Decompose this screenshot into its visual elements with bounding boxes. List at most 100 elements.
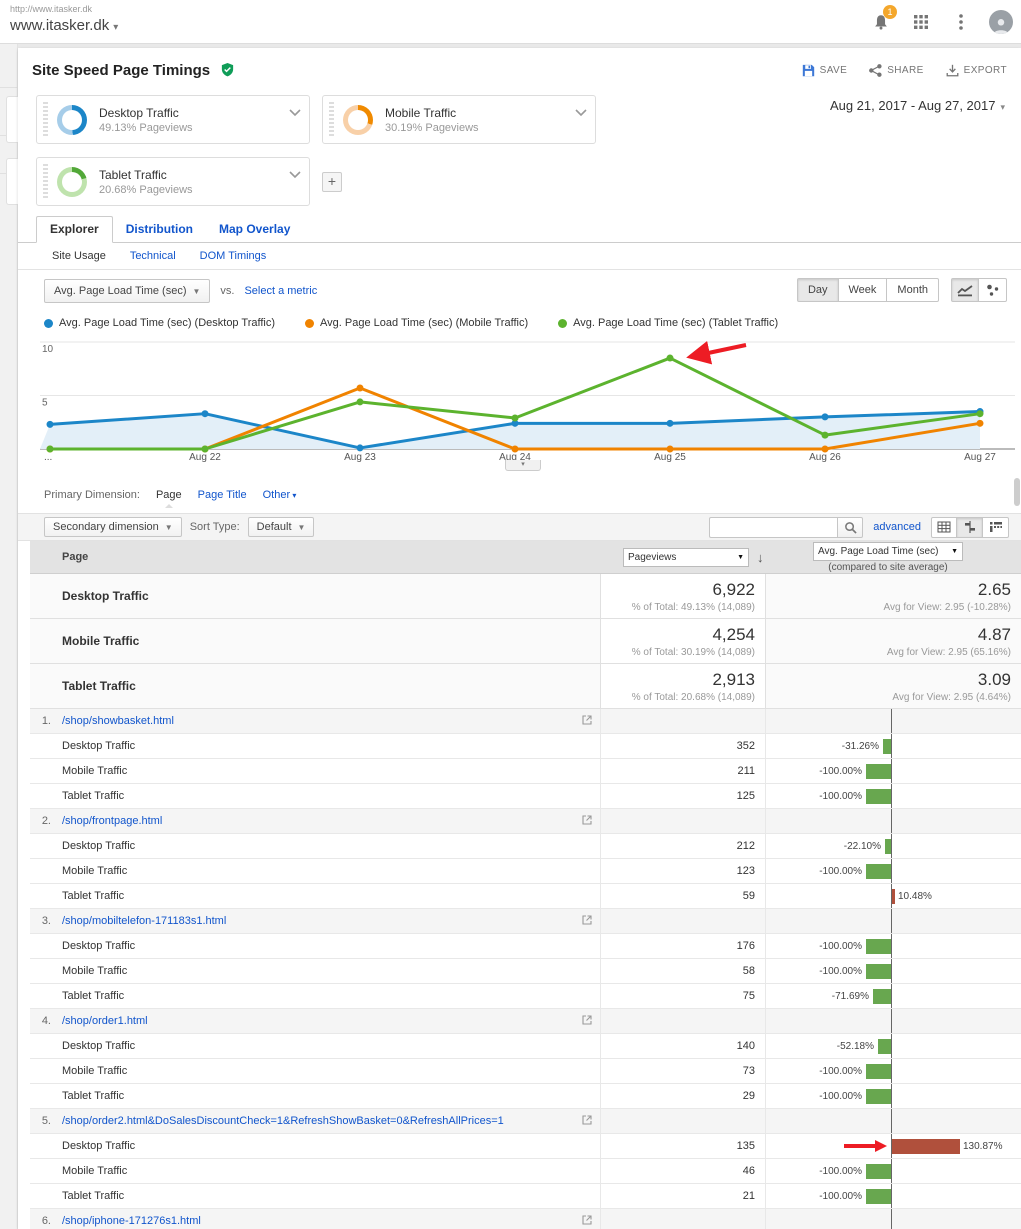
pageviews-cell: 21	[600, 1184, 765, 1208]
external-link-icon[interactable]	[582, 1214, 592, 1228]
tab-distribution[interactable]: Distribution	[113, 217, 206, 242]
page-url-link[interactable]: /shop/mobiltelefon-171183s1.html	[62, 915, 226, 927]
date-range-selector[interactable]: Aug 21, 2017 - Aug 27, 2017 ▾	[830, 98, 1005, 113]
advanced-search-link[interactable]: advanced	[873, 521, 921, 533]
page-url-link[interactable]: /shop/showbasket.html	[62, 715, 174, 727]
export-button[interactable]: EXPORT	[946, 64, 1007, 77]
pageviews-cell: 140	[600, 1034, 765, 1058]
subtab-technical[interactable]: Technical	[118, 250, 188, 262]
property-selector[interactable]: www.itasker.dk ▾	[10, 17, 118, 34]
save-button[interactable]: SAVE	[802, 64, 848, 77]
apps-menu-button[interactable]	[909, 10, 933, 34]
left-rail	[0, 44, 18, 1229]
secondary-dimension-button[interactable]: Secondary dimension ▼	[44, 517, 182, 537]
page-url-link[interactable]: /shop/frontpage.html	[62, 815, 162, 827]
y-tick-label: 10	[42, 344, 54, 355]
chevron-down-icon[interactable]	[289, 104, 301, 122]
metric-selector[interactable]: Avg. Page Load Time (sec) ▼	[44, 279, 211, 303]
primary-dimension-other[interactable]: Other ▾	[255, 489, 305, 501]
segment-card-tablet-traffic[interactable]: Tablet Traffic 20.68% Pageviews	[36, 157, 310, 206]
page-url-link[interactable]: /shop/order2.html&DoSalesDiscountCheck=1…	[62, 1115, 504, 1127]
y-tick-label: 5	[42, 398, 48, 409]
more-options-button[interactable]	[949, 10, 973, 34]
metric-column-selector[interactable]: Avg. Page Load Time (sec) ▼	[813, 541, 963, 561]
sort-type-label: Sort Type:	[189, 521, 240, 533]
drag-handle-icon	[41, 102, 49, 137]
sort-type-button[interactable]: Default ▼	[247, 517, 315, 537]
page-url-link[interactable]: /shop/order1.html	[62, 1015, 148, 1027]
tab-explorer[interactable]: Explorer	[36, 216, 113, 243]
external-link-icon[interactable]	[582, 714, 592, 728]
summary-row-desktop-traffic[interactable]: Desktop Traffic 6,922 % of Total: 49.13% (…	[30, 574, 1021, 619]
metric-value: 2.65	[977, 579, 1011, 599]
collapse-chart-handle[interactable]: ▾	[505, 460, 541, 471]
select-metric-link[interactable]: Select a metric	[244, 285, 317, 297]
avatar[interactable]	[989, 10, 1013, 34]
line-chart-view-button[interactable]	[951, 278, 979, 302]
pageviews-note: % of Total: 30.19% (14,089)	[631, 646, 755, 658]
legend-label: Avg. Page Load Time (sec) (Desktop Traff…	[59, 317, 276, 329]
data-table: Page Pageviews ▼ ↓ Avg. Page Load Time (…	[30, 541, 1021, 1229]
primary-dimension-page-title[interactable]: Page Title	[190, 489, 255, 501]
deviation-value: -71.69%	[831, 990, 869, 1002]
deviation-cell	[765, 709, 1021, 733]
url-cell: /shop/frontpage.html	[56, 814, 600, 828]
deviation-axis	[891, 1184, 892, 1208]
segment-cards: Desktop Traffic 49.13% Pageviews Mobile Tr…	[36, 95, 636, 206]
url-row: 4. /shop/order1.html	[30, 1009, 1021, 1034]
segment-card-desktop-traffic[interactable]: Desktop Traffic 49.13% Pageviews	[36, 95, 310, 144]
subtab-site-usage[interactable]: Site Usage	[40, 250, 118, 262]
subtab-dom-timings[interactable]: DOM Timings	[188, 250, 279, 262]
tab-map-overlay[interactable]: Map Overlay	[206, 217, 303, 242]
deviation-bar	[866, 1164, 891, 1179]
comparison-view-button[interactable]	[957, 516, 983, 538]
segment-name: Mobile Traffic	[385, 105, 457, 120]
data-point	[976, 419, 984, 427]
pageviews-column-selector[interactable]: Pageviews ▼	[623, 547, 749, 567]
pivot-view-button[interactable]	[983, 516, 1009, 538]
deviation-bar	[866, 964, 891, 979]
add-segment-button[interactable]: +	[322, 172, 342, 192]
external-link-icon[interactable]	[582, 814, 592, 828]
pageviews-cell	[600, 1109, 765, 1133]
scrollbar-thumb[interactable]	[1014, 478, 1020, 506]
summary-row-tablet-traffic[interactable]: Tablet Traffic 2,913 % of Total: 20.68% (1…	[30, 664, 1021, 709]
pageviews-cell	[600, 1209, 765, 1229]
summary-row-mobile-traffic[interactable]: Mobile Traffic 4,254 % of Total: 30.19% (1…	[30, 619, 1021, 664]
segment-row-label: Desktop Traffic	[62, 840, 136, 852]
sort-descending-icon[interactable]: ↓	[757, 550, 764, 565]
segment-card-mobile-traffic[interactable]: Mobile Traffic 30.19% Pageviews	[322, 95, 596, 144]
legend-label: Avg. Page Load Time (sec) (Tablet Traffi…	[573, 317, 779, 329]
notifications-button[interactable]: 1	[869, 5, 897, 34]
caret-down-icon: ▾	[1000, 102, 1005, 112]
deviation-bar	[866, 1189, 891, 1204]
motion-chart-view-button[interactable]	[979, 278, 1007, 302]
deviation-cell: -100.00%	[765, 784, 1021, 808]
search-button[interactable]	[837, 516, 864, 538]
deviation-axis	[891, 809, 892, 833]
pageviews-cell	[600, 709, 765, 733]
external-link-icon[interactable]	[582, 1114, 592, 1128]
page-url-link[interactable]: /shop/iphone-171276s1.html	[62, 1215, 201, 1227]
drag-handle-icon	[327, 102, 335, 137]
primary-dimension-page[interactable]: Page	[148, 489, 190, 508]
external-link-icon[interactable]	[582, 1014, 592, 1028]
table-view-icon	[937, 521, 951, 533]
deviation-cell	[765, 1009, 1021, 1033]
share-button[interactable]: SHARE	[869, 64, 923, 77]
chevron-down-icon[interactable]	[575, 104, 587, 122]
segment-name: Desktop Traffic	[99, 105, 179, 120]
chevron-down-icon[interactable]	[289, 166, 301, 184]
deviation-cell: -100.00%	[765, 934, 1021, 958]
collapsed-segment-card	[6, 158, 18, 205]
data-table-view-button[interactable]	[931, 516, 957, 538]
deviation-bar	[878, 1039, 891, 1054]
property-url: http://www.itasker.dk	[10, 4, 93, 14]
deviation-axis	[891, 734, 892, 758]
search-input[interactable]	[709, 516, 838, 538]
external-link-icon[interactable]	[582, 914, 592, 928]
table-toolbar: Secondary dimension ▼ Sort Type: Default…	[18, 513, 1021, 541]
granularity-month[interactable]: Month	[887, 278, 939, 302]
granularity-day[interactable]: Day	[796, 278, 839, 302]
granularity-week[interactable]: Week	[838, 278, 888, 302]
